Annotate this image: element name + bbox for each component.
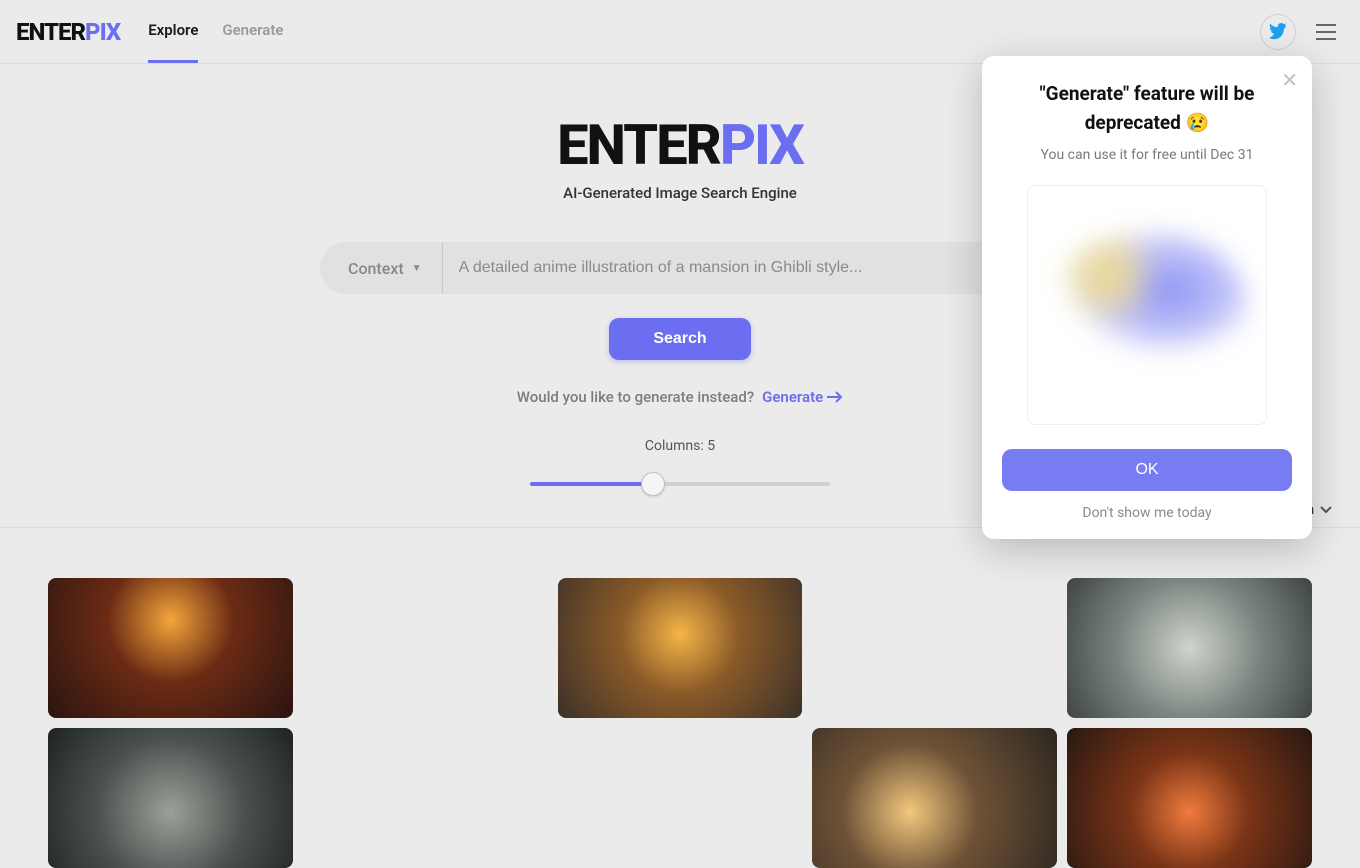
menu-button[interactable]	[1308, 14, 1344, 50]
gallery-tile[interactable]	[48, 728, 293, 868]
generate-link-label: Generate	[762, 388, 823, 406]
close-icon: ✕	[1281, 68, 1298, 92]
chevron-down-icon: ▼	[412, 263, 422, 274]
logo-big-pix: PIX	[720, 112, 803, 178]
logo-pix: PIX	[85, 18, 120, 46]
gallery-tile[interactable]	[48, 578, 293, 718]
modal-subtitle: You can use it for free until Dec 31	[1002, 147, 1292, 163]
generate-link[interactable]: Generate	[762, 388, 843, 406]
gallery	[0, 527, 1360, 868]
modal-title: "Generate" feature will be deprecated 😢	[1002, 80, 1292, 137]
slider-thumb[interactable]	[641, 472, 665, 496]
gallery-tile[interactable]	[558, 578, 803, 718]
nav: Explore Generate	[148, 0, 283, 63]
modal-blob	[1047, 230, 1247, 380]
gallery-tile-empty	[558, 728, 803, 868]
search-input[interactable]	[443, 259, 1032, 277]
gallery-tile-empty	[303, 728, 548, 868]
slider-fill	[530, 482, 653, 486]
modal-dont-show-link[interactable]: Don't show me today	[1002, 505, 1292, 521]
gallery-tile-empty	[303, 578, 548, 718]
hamburger-icon	[1316, 24, 1336, 40]
nav-explore[interactable]: Explore	[148, 0, 198, 63]
gallery-tile[interactable]	[1067, 728, 1312, 868]
header-right	[1260, 14, 1344, 50]
header: ENTERPIX Explore Generate	[0, 0, 1360, 64]
search-button[interactable]: Search	[609, 318, 750, 360]
arrow-right-icon	[827, 391, 843, 403]
gallery-tile-empty	[812, 578, 1057, 718]
nav-generate[interactable]: Generate	[222, 0, 283, 63]
modal-ok-button[interactable]: OK	[1002, 449, 1292, 491]
search-bar: Context ▼	[320, 242, 1040, 294]
search-wrap: Context ▼ Search	[320, 242, 1040, 360]
logo-enter: ENTER	[16, 18, 85, 46]
context-label: Context	[348, 259, 404, 278]
deprecation-modal: ✕ "Generate" feature will be deprecated …	[982, 56, 1312, 539]
twitter-icon	[1269, 23, 1287, 41]
chevron-down-icon	[1320, 506, 1332, 514]
gallery-tile[interactable]	[1067, 578, 1312, 718]
gallery-tile[interactable]	[812, 728, 1057, 868]
columns-slider[interactable]	[530, 472, 830, 496]
modal-preview-image	[1027, 185, 1267, 425]
twitter-button[interactable]	[1260, 14, 1296, 50]
logo-big-enter: ENTER	[557, 112, 720, 178]
close-button[interactable]: ✕	[1281, 68, 1298, 92]
logo-small[interactable]: ENTERPIX	[16, 18, 120, 46]
generate-prompt-text: Would you like to generate instead?	[517, 388, 754, 406]
context-dropdown[interactable]: Context ▼	[320, 242, 443, 294]
